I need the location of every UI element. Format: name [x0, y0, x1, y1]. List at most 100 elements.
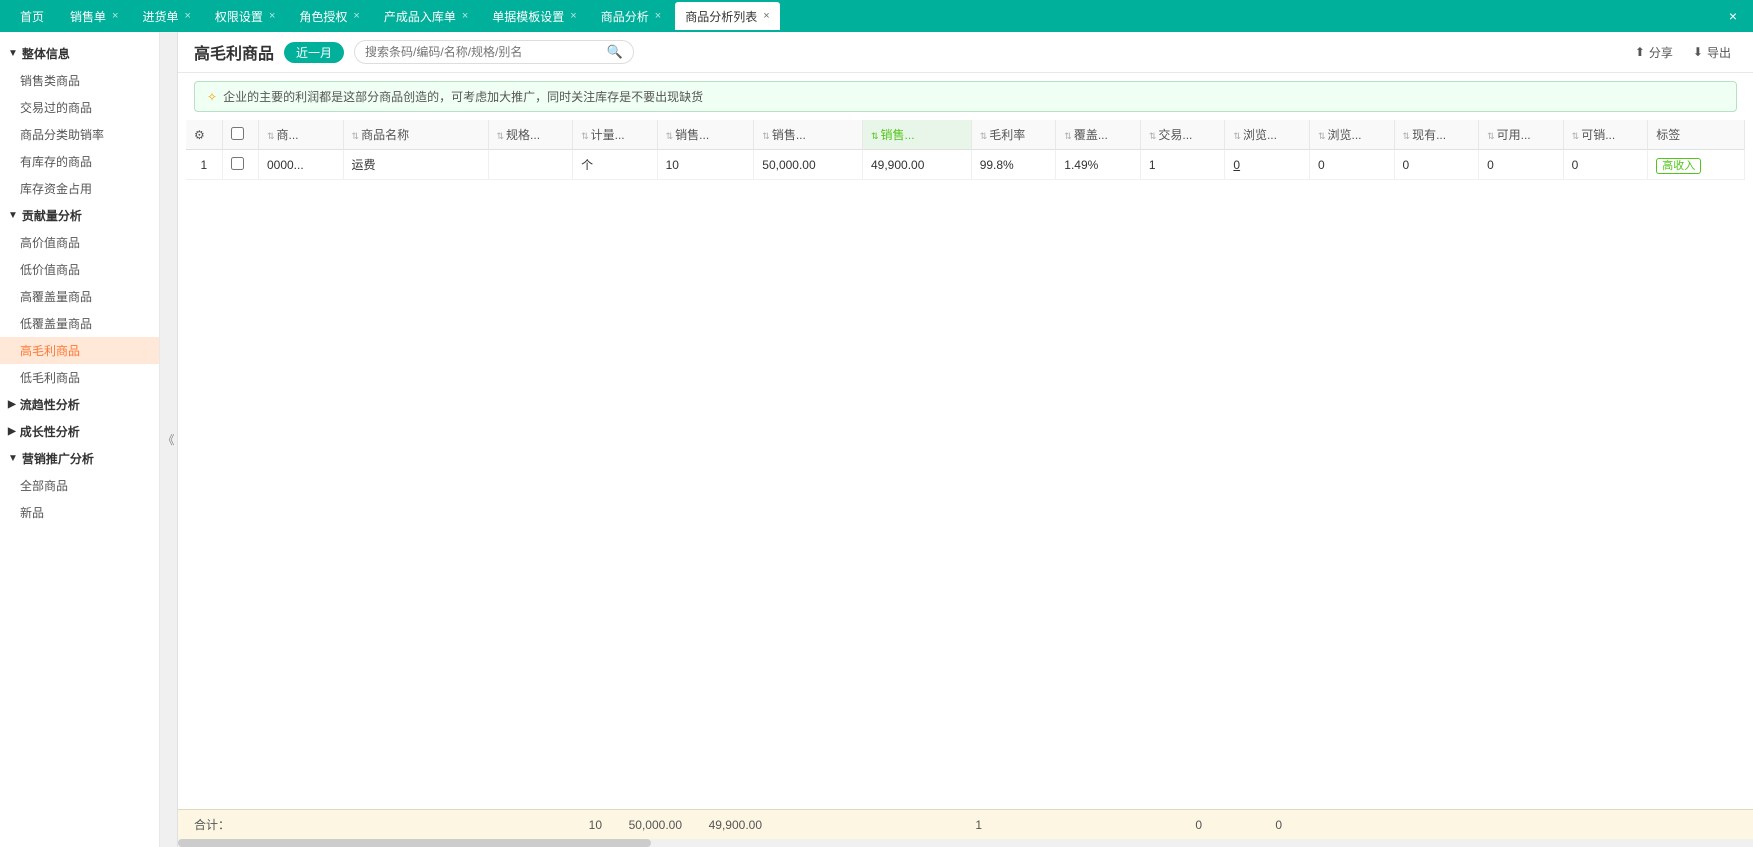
row-sales-qty: 10 — [657, 150, 754, 180]
sidebar-item-all-goods[interactable]: 全部商品 — [0, 472, 159, 499]
nav-tab-analysis[interactable]: 商品分析 × — [591, 2, 671, 30]
sidebar-section-contribution[interactable]: ▼ 贡献量分析 — [0, 202, 159, 229]
top-navigation: 首页 销售单 × 进货单 × 权限设置 × 角色授权 × 产成品入库单 × 单据… — [0, 0, 1753, 32]
footer-sales-amount: 50,000.00 — [610, 818, 690, 832]
col-transactions[interactable]: ⇅交易... — [1140, 120, 1225, 150]
sidebar-item-low-coverage[interactable]: 低覆盖量商品 — [0, 310, 159, 337]
nav-tab-product-in[interactable]: 产成品入库单 × — [374, 2, 478, 30]
sidebar-item-new-goods[interactable]: 新品 — [0, 499, 159, 526]
col-browse1[interactable]: ⇅浏览... — [1225, 120, 1310, 150]
footer-padding5 — [990, 818, 1060, 832]
col-settings[interactable]: ⚙ — [186, 120, 222, 150]
row-coverage: 1.49% — [1056, 150, 1141, 180]
row-checkbox[interactable] — [222, 150, 258, 180]
browse1-link[interactable]: 0 — [1233, 158, 1240, 172]
window-close-button[interactable]: × — [1721, 8, 1745, 24]
nav-tab-purchase[interactable]: 进货单 × — [132, 2, 200, 30]
share-icon: ⬆ — [1635, 45, 1645, 59]
sidebar-item-category-rate[interactable]: 商品分类助销率 — [0, 121, 159, 148]
col-margin-rate[interactable]: ⇅毛利率 — [971, 120, 1056, 150]
close-icon[interactable]: × — [112, 10, 118, 22]
sidebar-item-traded-goods[interactable]: 交易过的商品 — [0, 94, 159, 121]
filter-recent-month-button[interactable]: 近一月 — [284, 42, 344, 63]
row-tag: 高收入 — [1648, 150, 1745, 180]
col-name[interactable]: ⇅商品名称 — [343, 120, 488, 150]
footer-cells: 10 50,000.00 49,900.00 1 0 0 — [250, 818, 1290, 832]
col-sales-qty[interactable]: ⇅销售... — [657, 120, 754, 150]
nav-home[interactable]: 首页 — [8, 2, 56, 30]
close-icon[interactable]: × — [184, 10, 190, 22]
col-coverage[interactable]: ⇅覆盖... — [1056, 120, 1141, 150]
chevron-right-icon: ▶ — [8, 399, 16, 410]
content-area: 高毛利商品 近一月 🔍 ⬆ 分享 ⬇ 导出 — [178, 32, 1753, 847]
row-select-checkbox[interactable] — [231, 157, 244, 170]
export-icon: ⬇ — [1693, 45, 1703, 59]
sidebar-item-low-margin[interactable]: 低毛利商品 — [0, 364, 159, 391]
col-sales-amount[interactable]: ⇅销售... — [754, 120, 863, 150]
col-sales-profit[interactable]: ⇅销售... — [862, 120, 971, 150]
nav-tab-roles[interactable]: 角色授权 × — [289, 2, 369, 30]
col-unit[interactable]: ⇅计量... — [573, 120, 658, 150]
row-unit: 个 — [573, 150, 658, 180]
close-icon[interactable]: × — [570, 10, 576, 22]
horizontal-scrollbar[interactable] — [178, 839, 1753, 847]
row-available-stock: 0 — [1479, 150, 1564, 180]
close-icon[interactable]: × — [462, 10, 468, 22]
chevron-right-icon: ▶ — [8, 426, 16, 437]
info-banner: ✧ 企业的主要的利润都是这部分商品创造的，可考虑加大推广，同时关注库存是不要出现… — [194, 81, 1737, 112]
sidebar-item-high-margin[interactable]: 高毛利商品 — [0, 337, 159, 364]
col-code[interactable]: ⇅商... — [258, 120, 343, 150]
row-name: 运费 — [343, 150, 488, 180]
search-box[interactable]: 🔍 — [354, 40, 634, 64]
scrollbar-thumb[interactable] — [178, 839, 651, 847]
close-icon[interactable]: × — [655, 10, 661, 22]
col-tag[interactable]: 标签 — [1648, 120, 1745, 150]
col-current-stock[interactable]: ⇅现有... — [1394, 120, 1479, 150]
sidebar-item-high-value[interactable]: 高价值商品 — [0, 229, 159, 256]
nav-tab-analysis-list[interactable]: 商品分析列表 × — [675, 2, 779, 30]
settings-icon[interactable]: ⚙ — [194, 128, 205, 142]
close-icon[interactable]: × — [763, 10, 769, 22]
table-row: 1 0000... 运费 个 10 50,000.00 49,900.00 99… — [186, 150, 1745, 180]
select-all-checkbox[interactable] — [231, 127, 244, 140]
share-button[interactable]: ⬆ 分享 — [1629, 42, 1679, 63]
nav-tab-sales[interactable]: 销售单 × — [60, 2, 128, 30]
search-icon[interactable]: 🔍 — [607, 44, 623, 60]
sidebar-item-high-coverage[interactable]: 高覆盖量商品 — [0, 283, 159, 310]
close-icon[interactable]: × — [353, 10, 359, 22]
col-spec[interactable]: ⇅规格... — [488, 120, 573, 150]
sidebar-collapse-button[interactable]: 《 — [160, 32, 178, 847]
row-sellable-stock: 0 — [1563, 150, 1648, 180]
col-available-stock[interactable]: ⇅可用... — [1479, 120, 1564, 150]
sidebar-section-overall[interactable]: ▼ 整体信息 — [0, 40, 159, 67]
chevron-down-icon: ▼ — [8, 48, 18, 59]
search-input[interactable] — [365, 45, 603, 59]
export-button[interactable]: ⬇ 导出 — [1687, 42, 1737, 63]
nav-tab-template[interactable]: 单据模板设置 × — [482, 2, 586, 30]
row-sales-profit: 49,900.00 — [862, 150, 971, 180]
sidebar-item-sales-goods[interactable]: 销售类商品 — [0, 67, 159, 94]
data-table-container: ⚙ ⇅商... ⇅商品名称 ⇅规格... ⇅计量... ⇅销售... ⇅销售..… — [178, 120, 1753, 809]
row-spec — [488, 150, 573, 180]
sidebar-item-stock-capital[interactable]: 库存资金占用 — [0, 175, 159, 202]
footer-transactions: 1 — [910, 818, 990, 832]
row-browse1[interactable]: 0 — [1225, 150, 1310, 180]
col-sellable-stock[interactable]: ⇅可销... — [1563, 120, 1648, 150]
chevron-down-icon: ▼ — [8, 210, 18, 221]
sidebar-section-trend[interactable]: ▶ 流趋性分析 — [0, 391, 159, 418]
row-current-stock: 0 — [1394, 150, 1479, 180]
col-browse2[interactable]: ⇅浏览... — [1309, 120, 1394, 150]
tip-icon: ✧ — [207, 90, 217, 104]
sidebar-item-low-value[interactable]: 低价值商品 — [0, 256, 159, 283]
row-index: 1 — [186, 150, 222, 180]
sidebar: ▼ 整体信息 销售类商品 交易过的商品 商品分类助销率 有库存的商品 库存资金占… — [0, 32, 160, 847]
close-icon[interactable]: × — [269, 10, 275, 22]
footer-sales-qty: 10 — [530, 818, 610, 832]
sidebar-section-growth[interactable]: ▶ 成长性分析 — [0, 418, 159, 445]
footer-label: 合计： — [194, 816, 230, 833]
col-checkbox[interactable] — [222, 120, 258, 150]
nav-tab-permissions[interactable]: 权限设置 × — [205, 2, 285, 30]
sidebar-section-marketing[interactable]: ▼ 营销推广分析 — [0, 445, 159, 472]
sidebar-item-in-stock[interactable]: 有库存的商品 — [0, 148, 159, 175]
footer-padding6 — [1060, 818, 1130, 832]
